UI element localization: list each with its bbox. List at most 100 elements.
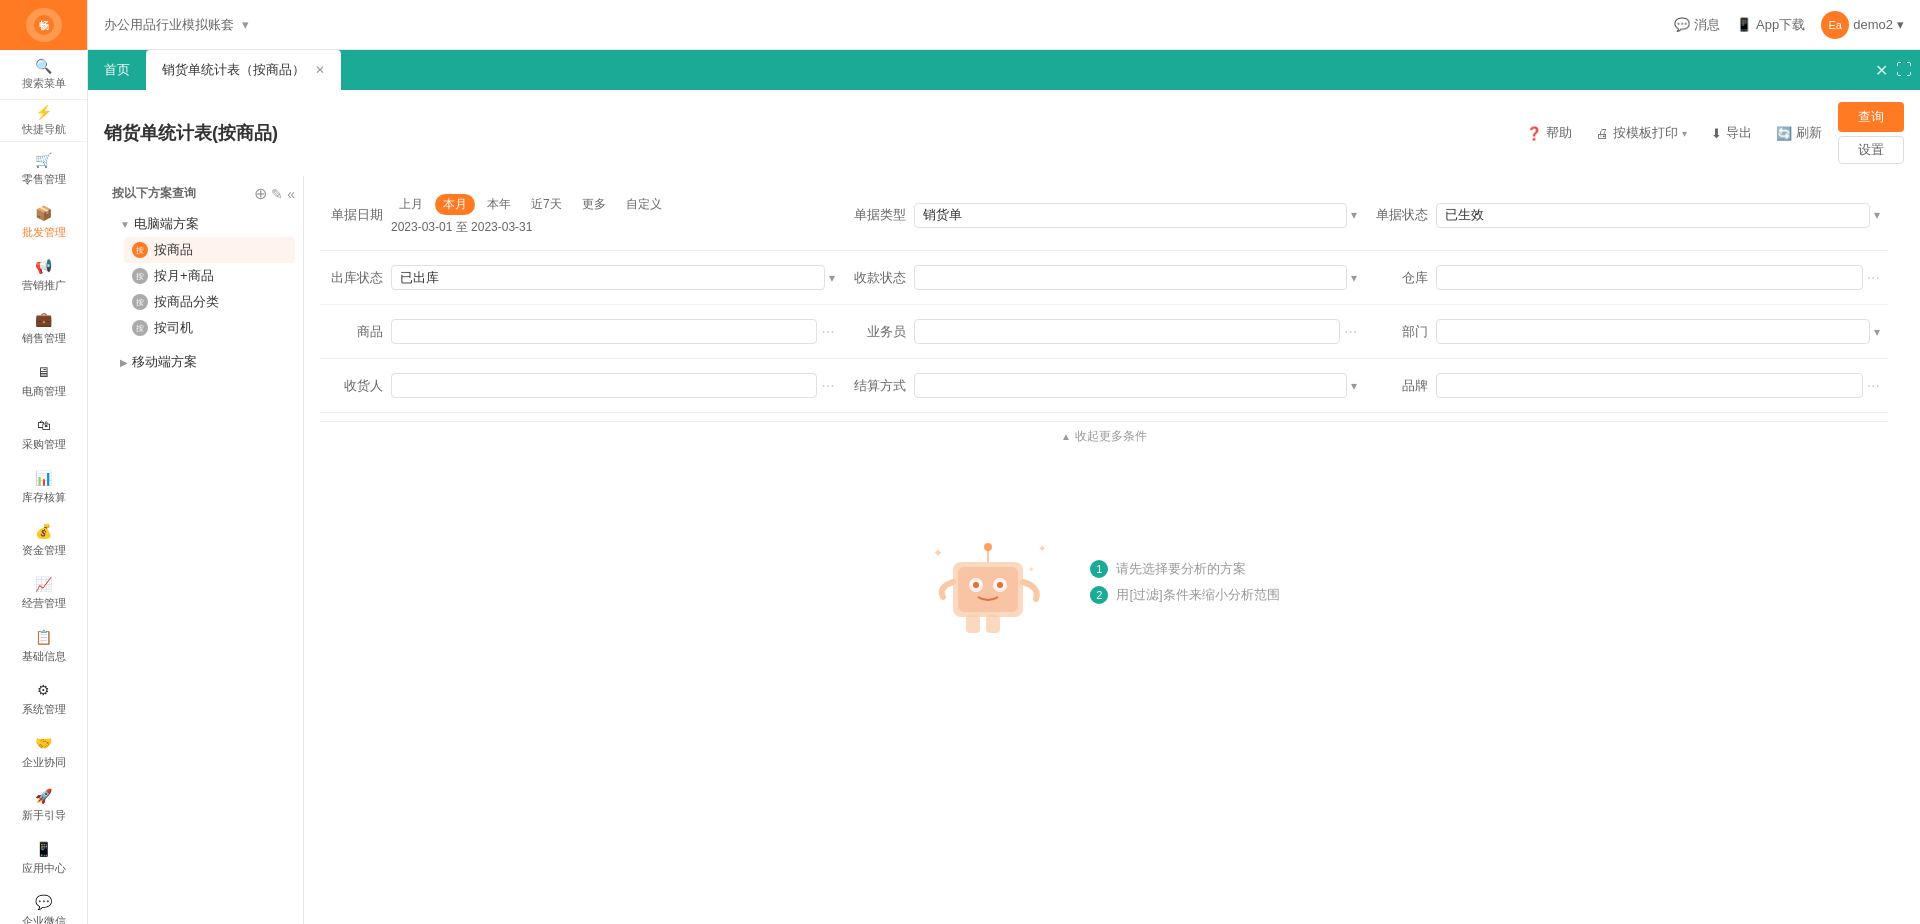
message-btn[interactable]: 💬 消息: [1674, 16, 1720, 34]
ecommerce-icon: 🖥: [34, 362, 54, 382]
recipient-field: ···: [391, 373, 835, 398]
product-input[interactable]: [391, 319, 817, 344]
tab-close-window-btn[interactable]: ✕: [1875, 61, 1888, 80]
filter-department-cell: 部门 ▾: [1365, 313, 1888, 350]
tab-home[interactable]: 首页: [88, 50, 146, 90]
sidebar-item-system[interactable]: ⚙ 系统管理: [0, 672, 87, 725]
sidebar-item-sales[interactable]: 💼 销售管理: [0, 301, 87, 354]
tab-sales-stat-label: 销货单统计表（按商品）: [162, 61, 305, 79]
left-panel-header: 按以下方案查询 ⊕ ✎ «: [112, 184, 295, 203]
collapse-label: 收起更多条件: [1075, 428, 1147, 445]
sidebar-item-wechat[interactable]: 💬 企业微信: [0, 884, 87, 924]
date-pill-this-year[interactable]: 本年: [479, 194, 519, 215]
empty-tip-1: 1 请先选择要分析的方案: [1090, 560, 1279, 578]
recipient-input[interactable]: [391, 373, 817, 398]
empty-tips: 1 请先选择要分析的方案 2 用[过滤]条件来缩小分析范围: [1090, 560, 1279, 604]
sidebar-item-purchase[interactable]: 🛍 采购管理: [0, 407, 87, 460]
docstatus-dropdown-icon[interactable]: ▾: [1874, 208, 1880, 222]
receiptstatus-input[interactable]: [914, 265, 1348, 290]
tab-maximize-btn[interactable]: ⛶: [1896, 61, 1912, 79]
header-left: 办公用品行业模拟账套 ▾: [104, 16, 249, 34]
tab-sales-stat[interactable]: 销货单统计表（按商品） ✕: [146, 50, 341, 90]
collapse-left-btn[interactable]: «: [287, 186, 295, 202]
recipient-more-btn[interactable]: ···: [821, 377, 834, 395]
template-print-btn[interactable]: 🖨 按模板打印 ▾: [1588, 120, 1695, 146]
tree-item-by-category[interactable]: 按 按商品分类: [124, 289, 295, 315]
department-input[interactable]: [1436, 319, 1870, 344]
collapse-bar[interactable]: ▲ 收起更多条件: [320, 421, 1888, 451]
doctype-input[interactable]: [914, 203, 1348, 228]
date-pill-custom[interactable]: 自定义: [618, 194, 670, 215]
receiptstatus-dropdown-icon[interactable]: ▾: [1351, 271, 1357, 285]
product-more-btn[interactable]: ···: [821, 323, 834, 341]
wholesale-icon: 📦: [34, 203, 54, 223]
filter-product-cell: 商品 ···: [320, 313, 843, 350]
tip-num-1: 1: [1090, 560, 1108, 578]
filter-salesperson-cell: 业务员 ···: [843, 313, 1366, 350]
tree-mobile-label: 移动端方案: [132, 353, 197, 371]
sidebar-quick-nav[interactable]: ⚡ 快捷导航: [0, 100, 87, 142]
date-pill-this-month[interactable]: 本月: [435, 194, 475, 215]
app-download-btn[interactable]: 📱 App下载: [1736, 16, 1805, 34]
date-pill-7days[interactable]: 近7天: [523, 194, 570, 215]
warehousestatus-field: ▾: [391, 265, 835, 290]
tree-expand-icon: ▼: [120, 219, 130, 230]
apps-icon: 📱: [34, 839, 54, 859]
add-scheme-btn[interactable]: ⊕: [254, 184, 267, 203]
settings-btn[interactable]: 设置: [1838, 136, 1904, 164]
sidebar-item-marketing[interactable]: 📢 营销推广: [0, 248, 87, 301]
sidebar-item-finance[interactable]: 💰 资金管理: [0, 513, 87, 566]
payment-dropdown-icon[interactable]: ▾: [1351, 379, 1357, 393]
tree-item-by-product[interactable]: 按 按商品: [124, 237, 295, 263]
tab-close-btn[interactable]: ✕: [315, 63, 325, 77]
user-profile[interactable]: Ea demo2 ▾: [1821, 11, 1904, 39]
sidebar-item-ecommerce[interactable]: 🖥 电商管理: [0, 354, 87, 407]
department-label: 部门: [1373, 323, 1428, 341]
svg-text:畅: 畅: [39, 20, 49, 31]
by-month-product-icon: 按: [132, 268, 148, 284]
sidebar-item-inventory[interactable]: 📊 库存核算: [0, 460, 87, 513]
warehouse-input[interactable]: [1436, 265, 1862, 290]
tree-item-by-month-product[interactable]: 按 按月+商品: [124, 263, 295, 289]
dropdown-arrow-icon[interactable]: ▾: [242, 17, 249, 32]
sidebar-item-newbie[interactable]: 🚀 新手引导: [0, 778, 87, 831]
docstatus-input[interactable]: [1436, 203, 1870, 228]
sidebar-item-retail[interactable]: 🛒 零售管理: [0, 142, 87, 195]
date-pill-last-month[interactable]: 上月: [391, 194, 431, 215]
query-btn[interactable]: 查询: [1838, 102, 1904, 132]
system-icon: ⚙: [34, 680, 54, 700]
salesperson-more-btn[interactable]: ···: [1344, 323, 1357, 341]
tree-desktop-group[interactable]: ▼ 电脑端方案: [112, 211, 295, 237]
tree-mobile-group[interactable]: ▶ 移动端方案: [112, 349, 295, 375]
sidebar-search-menu[interactable]: 🔍 搜索菜单: [0, 50, 87, 100]
edit-scheme-btn[interactable]: ✎: [271, 186, 283, 202]
svg-rect-3: [958, 567, 1018, 612]
by-cashier-icon: 按: [132, 320, 148, 336]
warehouse-more-btn[interactable]: ···: [1867, 269, 1880, 287]
sidebar-item-apps[interactable]: 📱 应用中心: [0, 831, 87, 884]
payment-input[interactable]: [914, 373, 1348, 398]
sidebar-item-enterprise[interactable]: 🤝 企业协同: [0, 725, 87, 778]
tree-item-by-cashier[interactable]: 按 按司机: [124, 315, 295, 341]
page: 销货单统计表(按商品) ❓ 帮助 🖨 按模板打印 ▾ ⬇ 导出: [88, 90, 1920, 924]
svg-text:✦: ✦: [933, 546, 943, 560]
filter-brand-cell: 品牌 ···: [1365, 367, 1888, 404]
sidebar-item-basic[interactable]: 📋 基础信息: [0, 619, 87, 672]
refresh-btn[interactable]: 🔄 刷新: [1768, 120, 1830, 146]
sidebar-item-operations[interactable]: 📈 经营管理: [0, 566, 87, 619]
export-btn[interactable]: ⬇ 导出: [1703, 120, 1760, 146]
help-btn[interactable]: ❓ 帮助: [1518, 120, 1580, 146]
salesperson-input[interactable]: [914, 319, 1340, 344]
department-dropdown-icon[interactable]: ▾: [1874, 325, 1880, 339]
date-pill-more[interactable]: 更多: [574, 194, 614, 215]
warehousestatus-input[interactable]: [391, 265, 825, 290]
brand-more-btn[interactable]: ···: [1867, 377, 1880, 395]
warehousestatus-dropdown-icon[interactable]: ▾: [829, 271, 835, 285]
sidebar-item-wholesale[interactable]: 📦 批发管理: [0, 195, 87, 248]
doctype-dropdown-icon[interactable]: ▾: [1351, 208, 1357, 222]
header-actions: ❓ 帮助 🖨 按模板打印 ▾ ⬇ 导出 🔄 刷新: [1518, 102, 1904, 164]
filter-row-1: 单据日期 上月 本月 本年 近7天 更多 自定义 20: [320, 188, 1888, 251]
brand-input[interactable]: [1436, 373, 1862, 398]
warehouse-field: ···: [1436, 265, 1880, 290]
refresh-icon: 🔄: [1776, 126, 1792, 141]
